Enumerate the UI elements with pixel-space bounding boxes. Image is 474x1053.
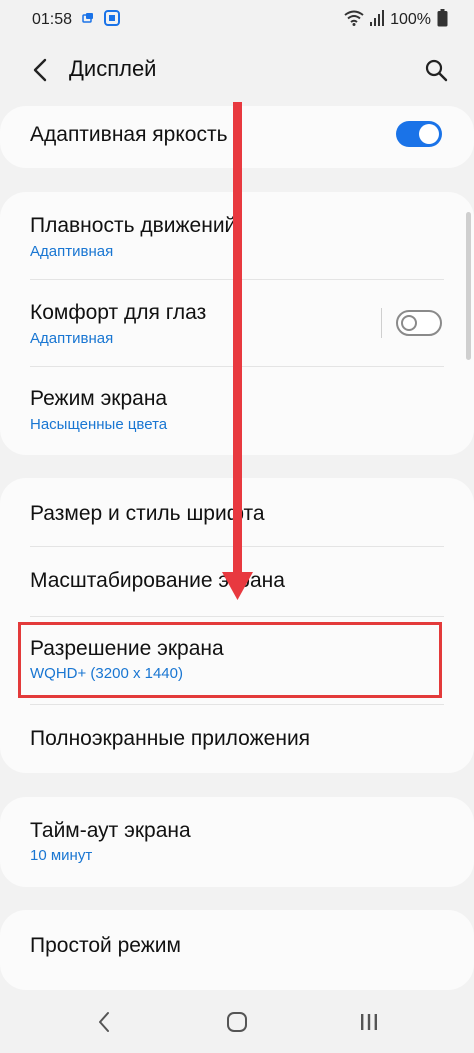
page-title: Дисплей <box>69 56 157 81</box>
nav-back-button[interactable] <box>84 1006 124 1038</box>
adaptive-brightness-toggle[interactable] <box>396 121 442 147</box>
recents-nav-icon <box>361 1014 377 1030</box>
font-size-style-title: Размер и стиль шрифта <box>30 502 265 525</box>
fullscreen-apps-row[interactable]: Полноэкранные приложения <box>0 705 474 773</box>
search-button[interactable] <box>420 54 452 86</box>
easy-mode-title: Простой режим <box>30 934 181 957</box>
screen-timeout-title: Тайм-аут экрана <box>30 819 191 842</box>
app-header: Дисплей <box>0 40 474 100</box>
app-icon <box>104 9 121 31</box>
eye-comfort-value: Адаптивная <box>30 330 114 347</box>
screen-timeout-value: 10 минут <box>30 847 93 864</box>
scrollbar[interactable] <box>466 212 471 360</box>
fullscreen-apps-title: Полноэкранные приложения <box>30 727 311 750</box>
adaptive-brightness-title: Адаптивная яркость <box>30 123 228 146</box>
sync-icon <box>82 11 94 29</box>
nav-recents-button[interactable] <box>349 1006 389 1038</box>
screen-zoom-row[interactable]: Масштабирование экрана <box>0 547 474 615</box>
status-time: 01:58 <box>32 11 73 28</box>
screen-timeout-row[interactable]: Тайм-аут экрана 10 минут <box>0 797 474 887</box>
card-easy-mode: Простой режим <box>0 910 474 990</box>
battery-icon <box>437 8 448 32</box>
status-bar: 01:58 100% <box>0 0 474 40</box>
easy-mode-row[interactable]: Простой режим <box>0 910 474 990</box>
nav-home-button[interactable] <box>217 1006 257 1038</box>
chevron-left-icon <box>33 58 47 82</box>
back-nav-icon <box>99 1012 109 1032</box>
search-icon <box>425 59 448 82</box>
motion-smoothness-title: Плавность движений <box>30 214 237 237</box>
adaptive-brightness-row[interactable]: Адаптивная яркость <box>0 106 474 168</box>
card-timeout: Тайм-аут экрана 10 минут <box>0 797 474 887</box>
screen-mode-row[interactable]: Режим экрана Насыщенные цвета <box>0 367 474 453</box>
home-nav-icon <box>227 1012 247 1032</box>
motion-smoothness-row[interactable]: Плавность движений Адаптивная <box>0 192 474 278</box>
card-brightness: Адаптивная яркость <box>0 106 474 168</box>
eye-comfort-row[interactable]: Комфорт для глаз Адаптивная <box>0 280 474 366</box>
vertical-separator <box>381 308 382 338</box>
screen-mode-value: Насыщенные цвета <box>30 416 168 433</box>
wifi-icon <box>344 10 364 31</box>
screen-mode-title: Режим экрана <box>30 387 168 410</box>
back-button[interactable] <box>24 54 56 86</box>
screen-zoom-title: Масштабирование экрана <box>30 569 285 592</box>
navigation-bar <box>0 990 474 1053</box>
highlight-box <box>18 622 442 698</box>
font-size-style-row[interactable]: Размер и стиль шрифта <box>0 478 474 546</box>
eye-comfort-toggle[interactable] <box>396 310 442 336</box>
card-display-options: Плавность движений Адаптивная Комфорт дл… <box>0 192 474 455</box>
signal-icon <box>370 9 385 31</box>
motion-smoothness-value: Адаптивная <box>30 243 114 260</box>
battery-percent: 100% <box>390 11 431 28</box>
eye-comfort-title: Комфорт для глаз <box>30 301 207 324</box>
